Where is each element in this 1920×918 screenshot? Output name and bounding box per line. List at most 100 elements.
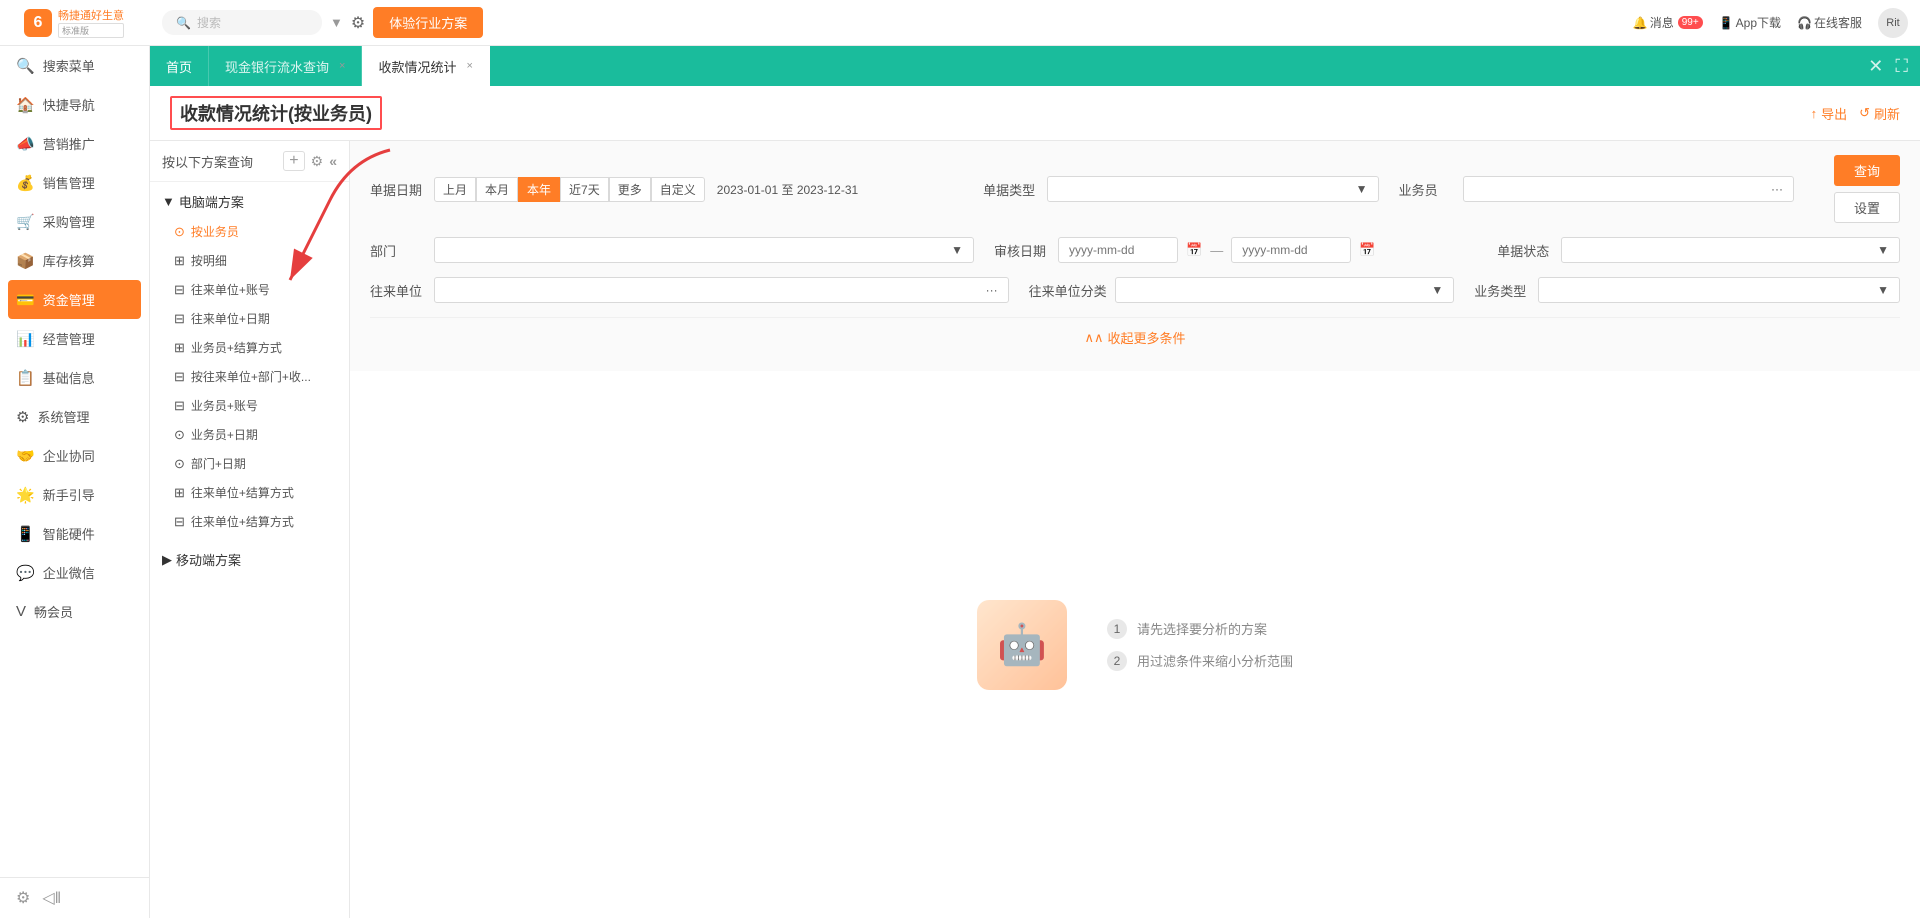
tab-close-all-icon[interactable]: ✕ bbox=[1868, 56, 1883, 77]
date-tab-more[interactable]: 更多 bbox=[609, 177, 651, 202]
tab-cashflow[interactable]: 现金银行流水查询 × bbox=[209, 46, 362, 86]
headset-icon: 🎧 bbox=[1797, 16, 1812, 30]
sidebar-item-operations[interactable]: 📊 经营管理 bbox=[0, 319, 149, 358]
bell-icon: 🔔 bbox=[1633, 16, 1648, 30]
notification-area[interactable]: 🔔 消息 99+ bbox=[1633, 14, 1703, 31]
date-tab-custom[interactable]: 自定义 bbox=[651, 177, 705, 202]
sidebar-item-label: 基础信息 bbox=[43, 368, 95, 387]
sidebar-item-sales[interactable]: 💰 销售管理 bbox=[0, 163, 149, 202]
scheme-item-label: 往来单位+账号 bbox=[191, 281, 270, 298]
date-tab-this-year[interactable]: 本年 bbox=[518, 177, 560, 202]
scheme-panel: 按以下方案查询 + ⚙ « ▼ 电脑端方案 ⊙ 按业务员 ⊞ 按明 bbox=[150, 141, 350, 918]
review-date-to-input[interactable] bbox=[1231, 237, 1351, 263]
salesperson-select[interactable]: ··· bbox=[1463, 176, 1794, 202]
sidebar-item-wechat[interactable]: 💬 企业微信 bbox=[0, 553, 149, 592]
tab-cashflow-close[interactable]: × bbox=[339, 60, 345, 72]
sidebar-item-search[interactable]: 🔍 搜索菜单 bbox=[0, 46, 149, 85]
collapse-bar[interactable]: ∧∧ 收起更多条件 bbox=[370, 317, 1900, 357]
tab-receipts[interactable]: 收款情况统计 × bbox=[362, 46, 489, 86]
scheme-item-icon: ⊞ bbox=[174, 485, 185, 501]
more-icon: ··· bbox=[986, 283, 998, 297]
sidebar-settings-icon[interactable]: ⚙ bbox=[16, 888, 30, 908]
sidebar-item-finance[interactable]: 💳 资金管理 bbox=[8, 280, 141, 319]
sidebar-item-system[interactable]: ⚙ 系统管理 bbox=[0, 397, 149, 436]
scheme-mobile-section: ▶ 移动端方案 bbox=[150, 540, 349, 579]
sidebar-item-label: 畅会员 bbox=[34, 602, 73, 621]
scheme-item-icon: ⊙ bbox=[174, 427, 185, 443]
scheme-item-counterpart-date[interactable]: ⊟ 往来单位+日期 bbox=[150, 304, 349, 333]
scheme-item-detail[interactable]: ⊞ 按明细 bbox=[150, 246, 349, 275]
filter-row-1: 单据日期 上月 本月 本年 近7天 更多 自定义 20 bbox=[370, 155, 1900, 223]
business-type-select[interactable]: ▼ bbox=[1538, 277, 1900, 303]
sidebar-item-hardware[interactable]: 📱 智能硬件 bbox=[0, 514, 149, 553]
filter-settings-button[interactable]: 设置 bbox=[1834, 192, 1900, 223]
doc-type-select[interactable]: ▼ bbox=[1047, 176, 1378, 202]
operations-icon: 📊 bbox=[16, 330, 35, 348]
query-button[interactable]: 查询 bbox=[1834, 155, 1900, 186]
scheme-item-counterpart-settlement2[interactable]: ⊞ 往来单位+结算方式 bbox=[150, 478, 349, 507]
counterpart-category-select[interactable]: ▼ bbox=[1115, 277, 1455, 303]
refresh-button[interactable]: ↺ 刷新 bbox=[1859, 104, 1900, 123]
dropdown-icon[interactable]: ▼ bbox=[330, 15, 343, 30]
doc-status-select[interactable]: ▼ bbox=[1561, 237, 1900, 263]
date-tab-this-month[interactable]: 本月 bbox=[476, 177, 518, 202]
scheme-item-salesperson-settlement[interactable]: ⊞ 业务员+结算方式 bbox=[150, 333, 349, 362]
export-button[interactable]: ↑ 导出 bbox=[1811, 104, 1848, 123]
app-logo: 6 bbox=[24, 9, 52, 37]
sidebar-item-purchase[interactable]: 🛒 采购管理 bbox=[0, 202, 149, 241]
member-icon: V bbox=[16, 603, 26, 620]
home-icon: 🏠 bbox=[16, 96, 35, 114]
app-badge: 标准版 bbox=[58, 23, 124, 38]
scheme-add-button[interactable]: + bbox=[283, 151, 304, 171]
settings-icon[interactable]: ⚙ bbox=[351, 13, 365, 33]
calendar-icon-from[interactable]: 📅 bbox=[1186, 242, 1202, 258]
dept-select[interactable]: ▼ bbox=[434, 237, 974, 263]
enterprise-icon: 🤝 bbox=[16, 447, 35, 465]
search-box[interactable]: 🔍 搜索 bbox=[162, 10, 322, 35]
sidebar-item-basic[interactable]: 📋 基础信息 bbox=[0, 358, 149, 397]
wechat-icon: 💬 bbox=[16, 564, 35, 582]
date-tab-last-month[interactable]: 上月 bbox=[434, 177, 476, 202]
sidebar-item-inventory[interactable]: 📦 库存核算 bbox=[0, 241, 149, 280]
sidebar-item-label: 企业协同 bbox=[43, 446, 95, 465]
chevron-down-icon: ▼ bbox=[1877, 243, 1889, 257]
counterpart-select[interactable]: ··· bbox=[434, 277, 1009, 303]
scheme-item-salesperson[interactable]: ⊙ 按业务员 bbox=[150, 217, 349, 246]
date-tab-7days[interactable]: 近7天 bbox=[560, 177, 609, 202]
sidebar-item-member[interactable]: V 畅会员 bbox=[0, 592, 149, 631]
scheme-item-counterpart-account[interactable]: ⊟ 往来单位+账号 bbox=[150, 275, 349, 304]
online-service-area[interactable]: 🎧 在线客服 bbox=[1797, 14, 1862, 31]
scheme-item-counterpart-settlement3[interactable]: ⊟ 往来单位+结算方式 bbox=[150, 507, 349, 536]
scheme-collapse-button[interactable]: « bbox=[329, 153, 337, 169]
scheme-item-label: 业务员+结算方式 bbox=[191, 339, 282, 356]
scheme-settings-button[interactable]: ⚙ bbox=[311, 153, 324, 170]
filter-group-dept: 部门 ▼ bbox=[370, 237, 974, 263]
tab-expand-icon[interactable]: ⛶ bbox=[1895, 56, 1908, 77]
scheme-desktop-title[interactable]: ▼ 电脑端方案 bbox=[150, 186, 349, 217]
scheme-item-icon: ⊟ bbox=[174, 282, 185, 298]
app-download-area[interactable]: 📱 App下载 bbox=[1719, 14, 1781, 31]
filter-group-salesperson: 业务员 ··· bbox=[1399, 176, 1794, 202]
sidebar-item-enterprise[interactable]: 🤝 企业协同 bbox=[0, 436, 149, 475]
top-bar-left: 🔍 搜索 ▼ ⚙ 体验行业方案 bbox=[162, 7, 1633, 38]
tab-home[interactable]: 首页 bbox=[150, 46, 209, 86]
sidebar-collapse-icon[interactable]: ◁‖ bbox=[42, 888, 61, 908]
sidebar-item-label: 销售管理 bbox=[43, 173, 95, 192]
review-date-from-input[interactable] bbox=[1058, 237, 1178, 263]
tab-receipts-close[interactable]: × bbox=[466, 60, 472, 72]
sidebar-item-guide[interactable]: 🌟 新手引导 bbox=[0, 475, 149, 514]
logo-area: 6 畅捷通好生意 标准版 bbox=[12, 7, 162, 38]
calendar-icon-to[interactable]: 📅 bbox=[1359, 242, 1375, 258]
sidebar-item-marketing[interactable]: 📣 营销推广 bbox=[0, 124, 149, 163]
scheme-item-dept-date[interactable]: ⊙ 部门+日期 bbox=[150, 449, 349, 478]
scheme-mobile-title[interactable]: ▶ 移动端方案 bbox=[150, 544, 349, 575]
scheme-item-salesperson-date[interactable]: ⊙ 业务员+日期 bbox=[150, 420, 349, 449]
user-avatar[interactable]: Rit bbox=[1878, 8, 1908, 38]
trial-button[interactable]: 体验行业方案 bbox=[373, 7, 483, 38]
sidebar-item-label: 新手引导 bbox=[43, 485, 95, 504]
scheme-item-counterpart-dept[interactable]: ⊟ 按往来单位+部门+收... bbox=[150, 362, 349, 391]
tip-text-2: 用过滤条件来缩小分析范围 bbox=[1137, 651, 1293, 670]
scheme-item-label: 按业务员 bbox=[191, 223, 239, 240]
scheme-item-salesperson-account[interactable]: ⊟ 业务员+账号 bbox=[150, 391, 349, 420]
sidebar-item-shortcut[interactable]: 🏠 快捷导航 bbox=[0, 85, 149, 124]
